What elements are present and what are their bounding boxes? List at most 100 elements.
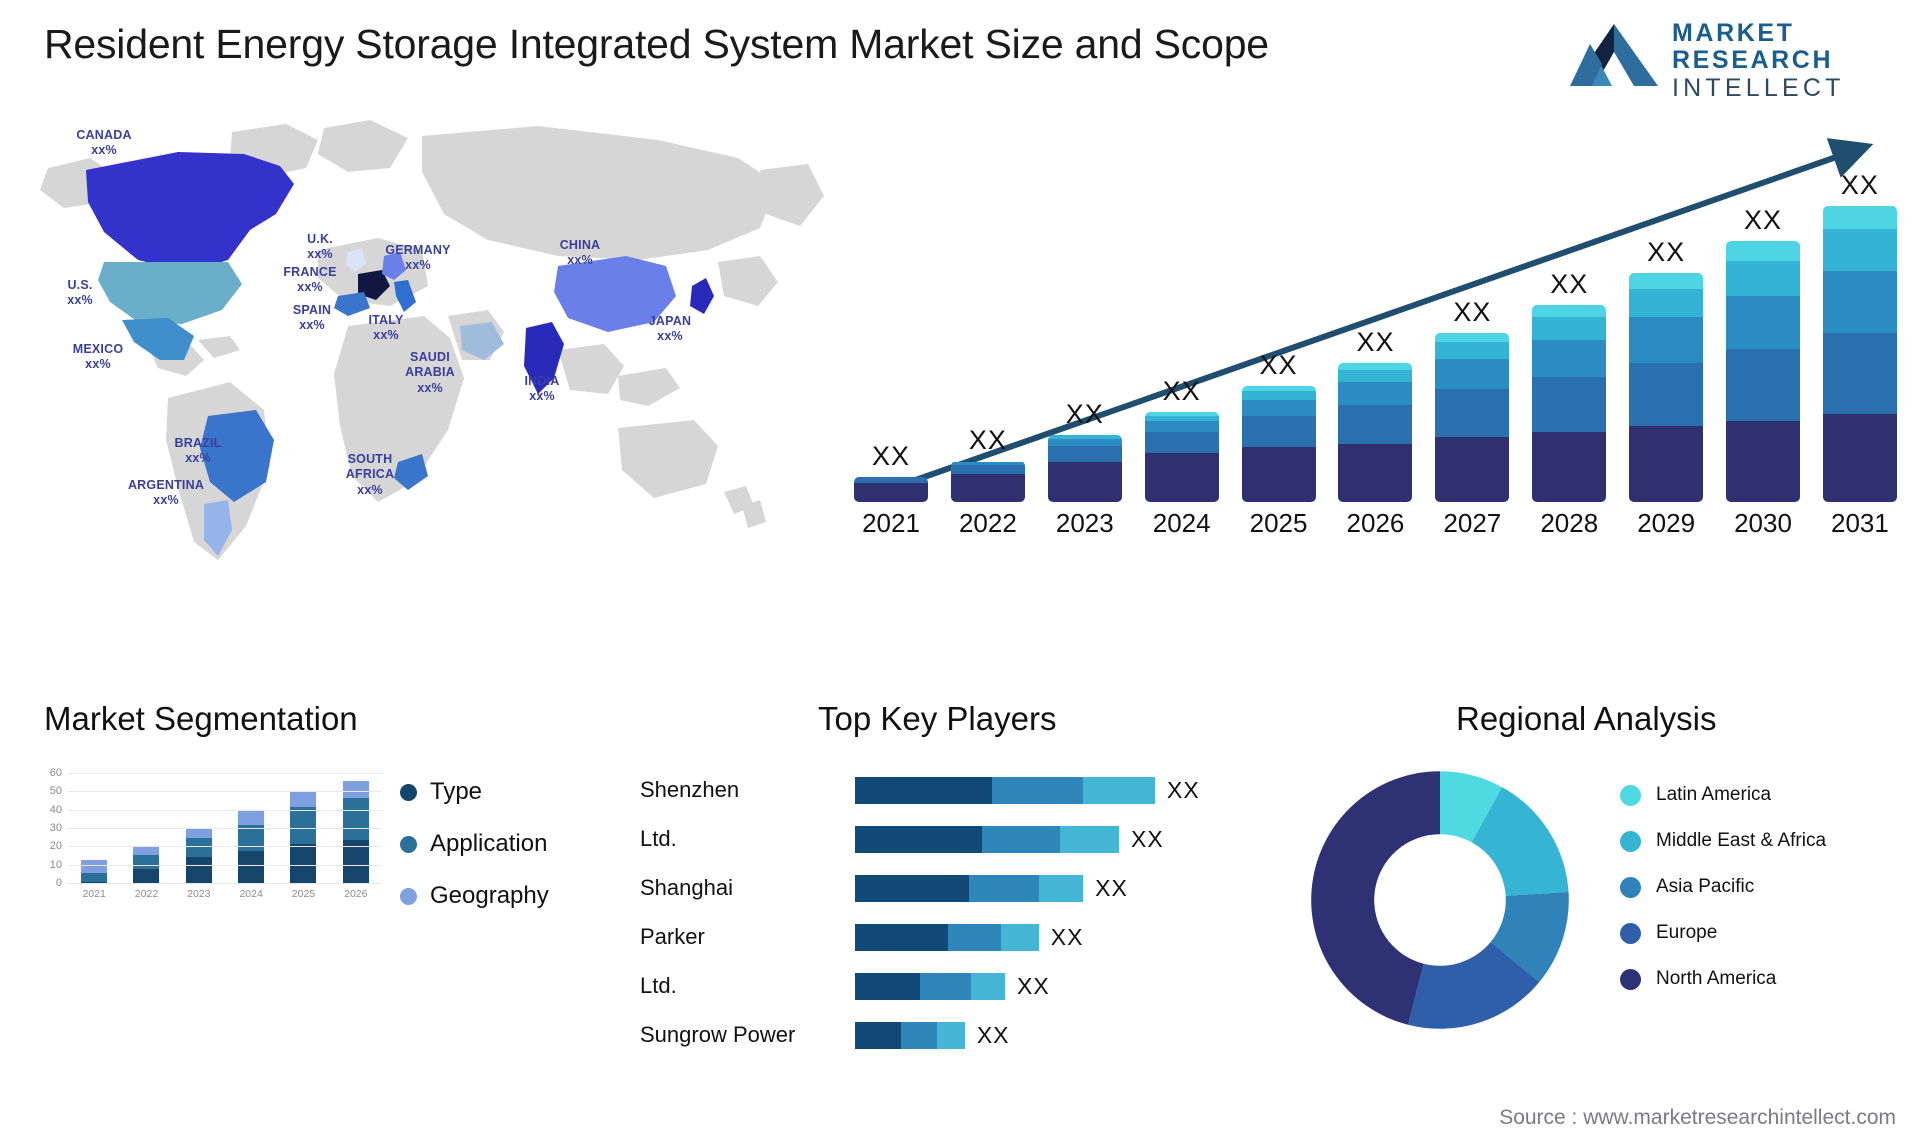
segmentation-x-label: 2022 [134,888,159,900]
legend-swatch-icon [1620,784,1641,806]
map-label-value: xx% [307,247,333,262]
forecast-bar-value: XX [968,425,1007,456]
map-label-saudi-arabia: SAUDI ARABIA xx% [405,350,455,396]
map-label-value: xx% [153,493,179,508]
segmentation-x-label: 2023 [187,888,211,900]
legend-swatch-icon [1620,876,1641,898]
map-label-value: xx% [67,293,93,308]
map-label-u-s-: U.S. xx% [67,278,93,309]
segmentation-legend-item[interactable]: Geography [400,882,549,910]
market-segmentation-chart: 0 10 20 30 40 50 60 2021 2022 2023 2024 2025 2026 [30,767,390,910]
map-label-brazil: BRAZIL xx% [174,436,221,467]
forecast-bar-segment [1435,332,1510,342]
forecast-bar-segment [950,473,1025,502]
player-bar-segment [971,972,1005,1000]
player-bar-segment [937,1021,965,1049]
map-country-mexico [122,318,194,360]
forecast-bar-segment [1726,260,1801,296]
regional-analysis-donut [1300,760,1580,1040]
segmentation-bar-segment [238,851,265,884]
segmentation-y-tick: 40 [49,803,62,816]
map-label-country: GERMANY [385,243,451,257]
player-bar-segment [855,874,970,902]
map-label-country: FRANCE [283,265,337,279]
player-row: Ltd. XX [640,966,1320,1006]
forecast-bar-2022: XX [950,425,1025,502]
map-label-country: JAPAN [648,314,692,328]
regional-legend-item[interactable]: Latin America [1620,780,1900,810]
logo-line-intellect: INTELLECT [1672,74,1845,102]
segmentation-bar-2022 [133,847,160,884]
legend-swatch-icon [400,887,417,905]
map-label-country: SAUDI ARABIA [405,350,455,380]
forecast-bar-segment [1338,382,1413,406]
map-label-italy: ITALY xx% [368,313,403,344]
infographic-page: Resident Energy Storage Integrated Syste… [0,0,1920,1146]
player-bar-segment [1083,776,1155,804]
regional-legend-label: North America [1656,968,1777,990]
regional-legend-item[interactable]: Europe [1620,918,1900,948]
forecast-bar-segment [1822,413,1897,502]
forecast-bar-segment [1532,304,1607,318]
forecast-bar-segment [1532,376,1607,432]
segmentation-bar-segment [81,873,108,883]
map-label-germany: GERMANY xx% [385,243,450,274]
segmentation-bar-2025 [290,792,317,884]
segmentation-gridline: 10 [50,859,382,871]
segmentation-x-label: 2026 [344,888,368,900]
map-label-value: xx% [373,328,399,343]
regional-legend-label: Europe [1656,922,1718,944]
segmentation-legend-item[interactable]: Type [400,778,549,806]
page-title: Resident Energy Storage Integrated Syste… [44,21,1269,67]
forecast-bar-segment [1241,391,1316,400]
map-label-country: ITALY [368,313,404,327]
forecast-bar-stack [1241,385,1316,502]
forecast-bar-segment [1726,348,1801,421]
player-bar-segment [1000,923,1039,951]
forecast-bar-segment [1822,228,1897,272]
regional-legend-item[interactable]: Middle East & Africa [1620,826,1900,856]
segmentation-bar-2023 [185,829,212,884]
segmentation-gridline: 40 [50,804,382,816]
segmentation-legend-item[interactable]: Application [400,830,549,858]
regional-legend-item[interactable]: North America [1620,964,1900,994]
segmentation-bar-segment [342,797,369,841]
forecast-year-label: 2023 [1055,507,1114,538]
map-label-value: xx% [91,143,117,158]
forecast-bar-2023: XX [1047,399,1122,502]
forecast-bar-value: XX [1840,170,1879,200]
segmentation-plot-area: 0 10 20 30 40 50 60 [50,767,382,889]
map-label-value: xx% [85,357,111,372]
player-row: Ltd. XX [640,819,1320,859]
forecast-bar-2021: XX [854,441,928,502]
forecast-bar-segment [1338,443,1413,502]
segmentation-legend: Type Application Geography [400,778,549,934]
regional-analysis-title: Regional Analysis [1456,700,1717,737]
map-label-country: SPAIN [292,303,332,317]
player-bar-segment [901,1021,938,1049]
top-key-players-title: Top Key Players [818,700,1057,737]
forecast-bar-2026: XX [1338,327,1413,502]
map-label-country: CANADA [76,128,132,142]
map-label-value: xx% [297,280,323,295]
map-label-country: U.K. [307,232,333,246]
map-label-u-k-: U.K. xx% [307,232,333,263]
player-row: Sungrow Power XX [640,1015,1320,1055]
forecast-year-label: 2027 [1443,507,1502,538]
forecast-bar-value: XX [1744,205,1783,236]
forecast-bar-stack [1047,435,1122,502]
regional-analysis-legend: Latin America Middle East & Africa Asia Pa… [1620,780,1900,1010]
segmentation-bar-segment [238,810,265,826]
player-name: Ltd. [640,973,677,998]
logo-wordmark: MARKET RESEARCH INTELLECT [1672,20,1898,103]
player-value: XX [1095,874,1128,901]
forecast-year-label: 2031 [1830,507,1889,538]
player-bar-segment [855,825,982,853]
forecast-year-label: 2029 [1637,507,1696,538]
forecast-bar-stack [1532,304,1607,502]
top-key-players-chart: Shenzhen XX Ltd. XX Shanghai XX Parker XX Ltd. XX… [640,770,1320,1064]
forecast-bar-segment [1726,241,1801,261]
forecast-bar-value: XX [1647,236,1686,267]
regional-legend-item[interactable]: Asia Pacific [1620,872,1900,902]
forecast-bar-2031: XX [1822,170,1897,502]
